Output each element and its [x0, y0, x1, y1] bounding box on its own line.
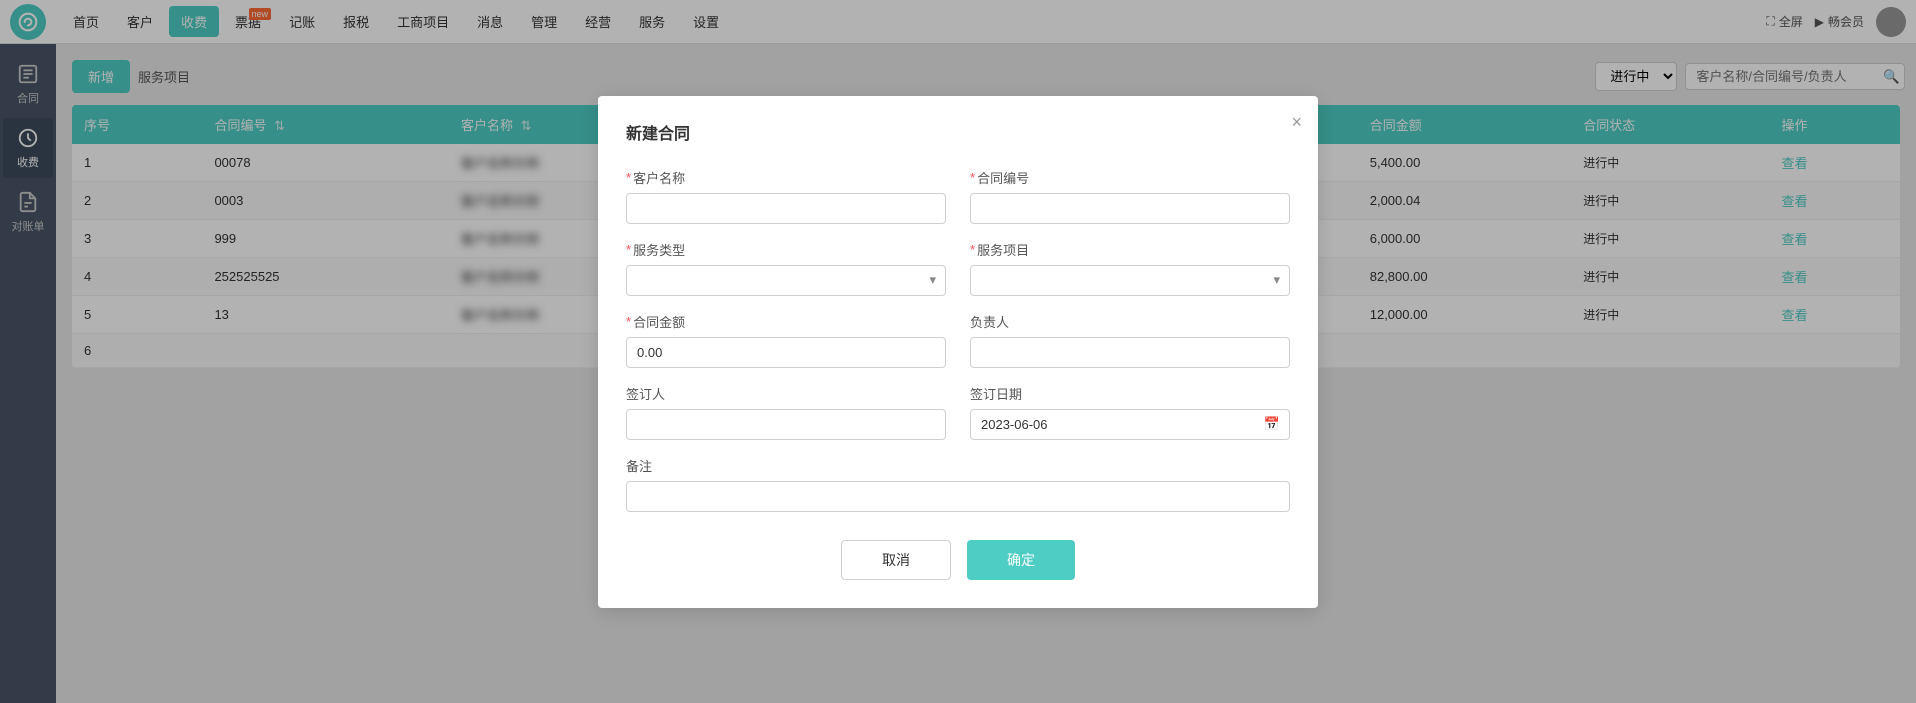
service-item-field: * 服务项目 — [970, 240, 1290, 296]
service-type-field: * 服务类型 — [626, 240, 946, 296]
new-contract-dialog: 新建合同 × * 客户名称 * 合同编号 * — [598, 96, 1318, 608]
contract-no-field: * 合同编号 — [970, 168, 1290, 224]
form-grid: * 客户名称 * 合同编号 * 服务类型 — [626, 168, 1290, 440]
contract-no-input[interactable] — [970, 193, 1290, 224]
remark-input[interactable] — [626, 481, 1290, 512]
dialog-close-button[interactable]: × — [1291, 112, 1302, 133]
contract-amount-input[interactable] — [626, 337, 946, 368]
service-type-label: * 服务类型 — [626, 240, 946, 259]
sign-date-input[interactable] — [970, 409, 1290, 440]
responsible-label: 负责人 — [970, 312, 1290, 331]
service-type-select[interactable] — [626, 265, 946, 296]
sign-date-wrapper: 📅 — [970, 409, 1290, 440]
remark-label: 备注 — [626, 456, 1290, 475]
dialog-title: 新建合同 — [626, 120, 1290, 144]
contract-no-label: * 合同编号 — [970, 168, 1290, 187]
confirm-button[interactable]: 确定 — [967, 540, 1075, 580]
service-item-select[interactable] — [970, 265, 1290, 296]
contract-amount-label: * 合同金额 — [626, 312, 946, 331]
service-item-wrapper — [970, 265, 1290, 296]
sign-date-label: 签订日期 — [970, 384, 1290, 403]
dialog-overlay: 新建合同 × * 客户名称 * 合同编号 * — [0, 0, 1916, 703]
signer-label: 签订人 — [626, 384, 946, 403]
customer-name-label: * 客户名称 — [626, 168, 946, 187]
contract-amount-field: * 合同金额 — [626, 312, 946, 368]
responsible-field: 负责人 — [970, 312, 1290, 368]
customer-name-input[interactable] — [626, 193, 946, 224]
responsible-input[interactable] — [970, 337, 1290, 368]
signer-field: 签订人 — [626, 384, 946, 440]
customer-name-field: * 客户名称 — [626, 168, 946, 224]
sign-date-field: 签订日期 📅 — [970, 384, 1290, 440]
cancel-button[interactable]: 取消 — [841, 540, 951, 580]
service-item-label: * 服务项目 — [970, 240, 1290, 259]
signer-input[interactable] — [626, 409, 946, 440]
remark-field: 备注 — [626, 456, 1290, 512]
dialog-footer: 取消 确定 — [626, 540, 1290, 580]
service-type-wrapper — [626, 265, 946, 296]
